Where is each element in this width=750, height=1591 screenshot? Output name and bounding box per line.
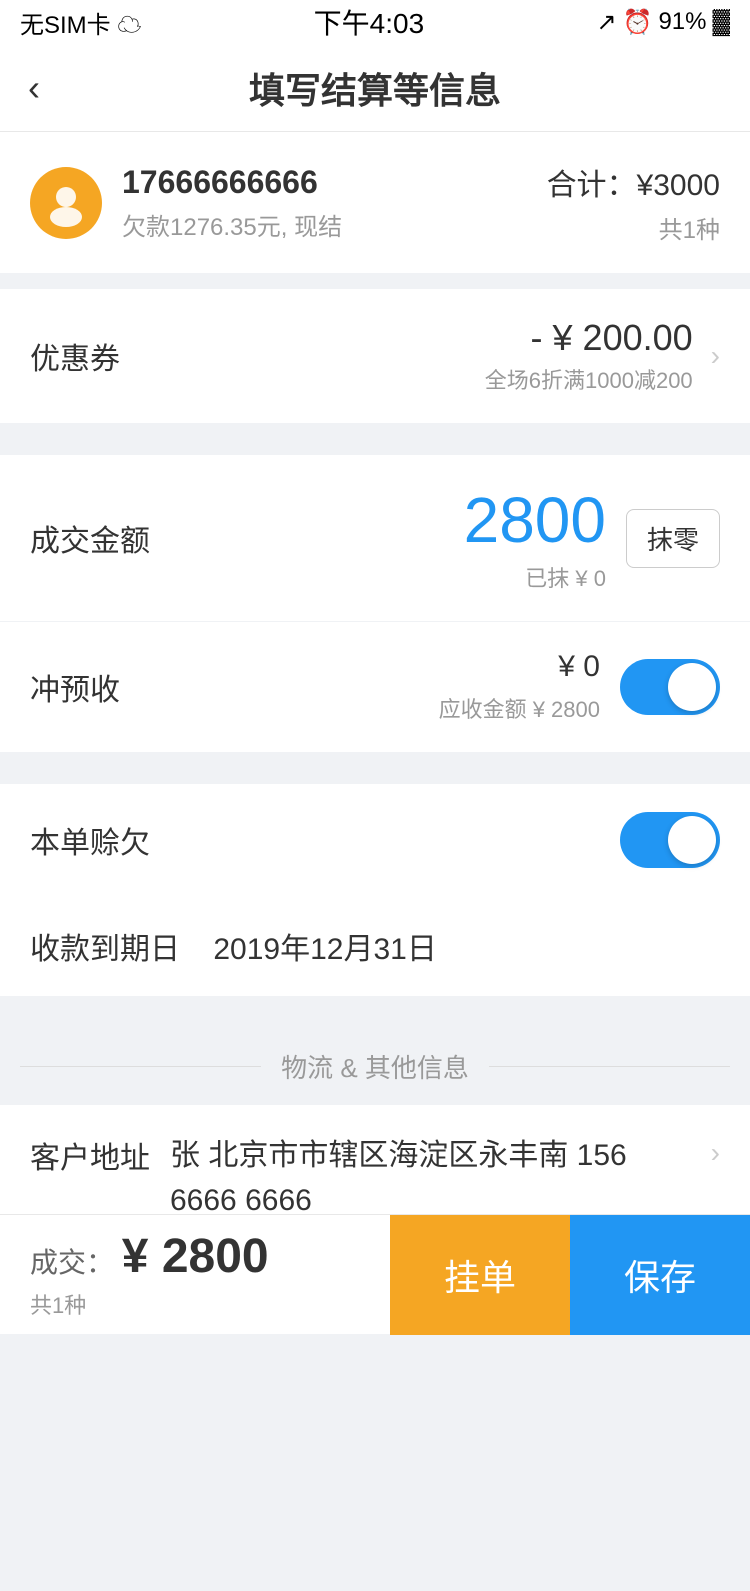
chong-yushou-label: 冲预收 <box>30 665 120 709</box>
deal-amount-col: 2800 已抹 ¥ 0 <box>464 483 606 593</box>
deal-amount-sub: 已抹 ¥ 0 <box>464 561 606 593</box>
chong-sub: 应收金额 ¥ 2800 <box>439 692 600 724</box>
duedate-text: 收款到期日 2019年12月31日 <box>30 933 437 966</box>
hang-button[interactable]: 挂单 <box>390 1215 570 1335</box>
avatar <box>30 167 102 239</box>
benda-label: 本单赊欠 <box>30 818 150 862</box>
footer-deal-label: 成交： <box>30 1247 114 1278</box>
status-bar: 无SIM卡 ☁ 下午4:03 ↗ ⏰ 91% ▓ <box>0 0 750 44</box>
footer-deal-amount: ¥ 2800 <box>122 1230 269 1283</box>
user-debt: 欠款1276.35元, 现结 <box>122 207 342 242</box>
footer-deal-line: 成交： ¥ 2800 <box>30 1229 360 1284</box>
chong-values: ¥ 0 应收金额 ¥ 2800 <box>439 650 600 724</box>
divider-2 <box>0 768 750 784</box>
address-value: 张 北京市市辖区海淀区永丰南 156 6666 6666 <box>170 1133 691 1223</box>
save-button[interactable]: 保存 <box>570 1215 750 1335</box>
footer: 成交： ¥ 2800 共1种 挂单 保存 <box>0 1214 750 1334</box>
status-time: 下午4:03 <box>314 2 425 42</box>
back-button[interactable]: ‹ <box>28 67 40 109</box>
location-icon: ↗ <box>596 8 616 37</box>
sep-line-right <box>489 1066 730 1067</box>
duedate-label: 收款到期日 <box>30 933 180 966</box>
status-left: 无SIM卡 ☁ <box>20 5 141 40</box>
duedate-row: 收款到期日 2019年12月31日 <box>0 896 750 996</box>
coupon-info: - ¥ 200.00 全场6折满1000减200 <box>485 317 693 395</box>
user-phone: 17666666666 <box>122 164 342 201</box>
coupon-chevron-icon: › <box>711 340 720 372</box>
logistics-label: 物流 & 其他信息 <box>281 1048 469 1085</box>
logistics-separator: 物流 & 其他信息 <box>0 1028 750 1105</box>
benda-toggle[interactable] <box>620 812 720 868</box>
address-chevron-icon: › <box>711 1137 720 1169</box>
benda-toggle-knob <box>668 816 716 864</box>
address-label: 客户地址 <box>30 1133 150 1177</box>
deal-amount-value: 2800 <box>464 483 606 557</box>
coupon-label: 优惠券 <box>30 334 120 378</box>
nav-bar: ‹ 填写结算等信息 <box>0 44 750 132</box>
divider-1 <box>0 439 750 455</box>
user-card: 17666666666 欠款1276.35元, 现结 合计：¥3000 共1种 <box>0 132 750 273</box>
total-amount: 合计：¥3000 <box>547 160 720 204</box>
chong-right: ¥ 0 应收金额 ¥ 2800 <box>439 650 720 724</box>
footer-count: 共1种 <box>30 1288 360 1320</box>
battery-text: 91% <box>658 8 706 36</box>
chong-yushou-toggle[interactable] <box>620 659 720 715</box>
sep-line-left <box>20 1066 261 1067</box>
coupon-desc: 全场6折满1000减200 <box>485 363 693 395</box>
deal-section: 成交金额 2800 已抹 ¥ 0 抹零 冲预收 ¥ 0 应收金额 ¥ 2800 <box>0 455 750 752</box>
coupon-amount: - ¥ 200.00 <box>485 317 693 359</box>
battery-icon: ▓ <box>712 8 730 36</box>
chong-amount: ¥ 0 <box>558 650 600 684</box>
page-title: 填写结算等信息 <box>249 62 501 114</box>
user-info: 17666666666 欠款1276.35元, 现结 <box>122 164 342 242</box>
benda-section: 本单赊欠 收款到期日 2019年12月31日 <box>0 784 750 996</box>
sim-text: 无SIM卡 ☁ <box>20 5 141 40</box>
user-left: 17666666666 欠款1276.35元, 现结 <box>30 164 342 242</box>
status-right: ↗ ⏰ 91% ▓ <box>596 8 730 37</box>
round-off-button[interactable]: 抹零 <box>626 509 720 568</box>
total-count: 共1种 <box>547 210 720 245</box>
footer-info: 成交： ¥ 2800 共1种 <box>0 1229 390 1320</box>
coupon-right: - ¥ 200.00 全场6折满1000减200 › <box>485 317 720 395</box>
chong-yushou-row: 冲预收 ¥ 0 应收金额 ¥ 2800 <box>0 622 750 752</box>
alarm-icon: ⏰ <box>623 8 653 37</box>
toggle-knob <box>668 663 716 711</box>
divider-3 <box>0 1012 750 1028</box>
benda-row: 本单赊欠 <box>0 784 750 896</box>
duedate-value: 2019年12月31日 <box>213 933 436 966</box>
coupon-row[interactable]: 优惠券 - ¥ 200.00 全场6折满1000减200 › <box>0 289 750 423</box>
deal-amount-row: 成交金额 2800 已抹 ¥ 0 抹零 <box>0 455 750 622</box>
user-total: 合计：¥3000 共1种 <box>547 160 720 245</box>
deal-amount-label: 成交金额 <box>30 516 150 560</box>
main-content: 17666666666 欠款1276.35元, 现结 合计：¥3000 共1种 … <box>0 132 750 1591</box>
deal-amount-right: 2800 已抹 ¥ 0 抹零 <box>464 483 720 593</box>
